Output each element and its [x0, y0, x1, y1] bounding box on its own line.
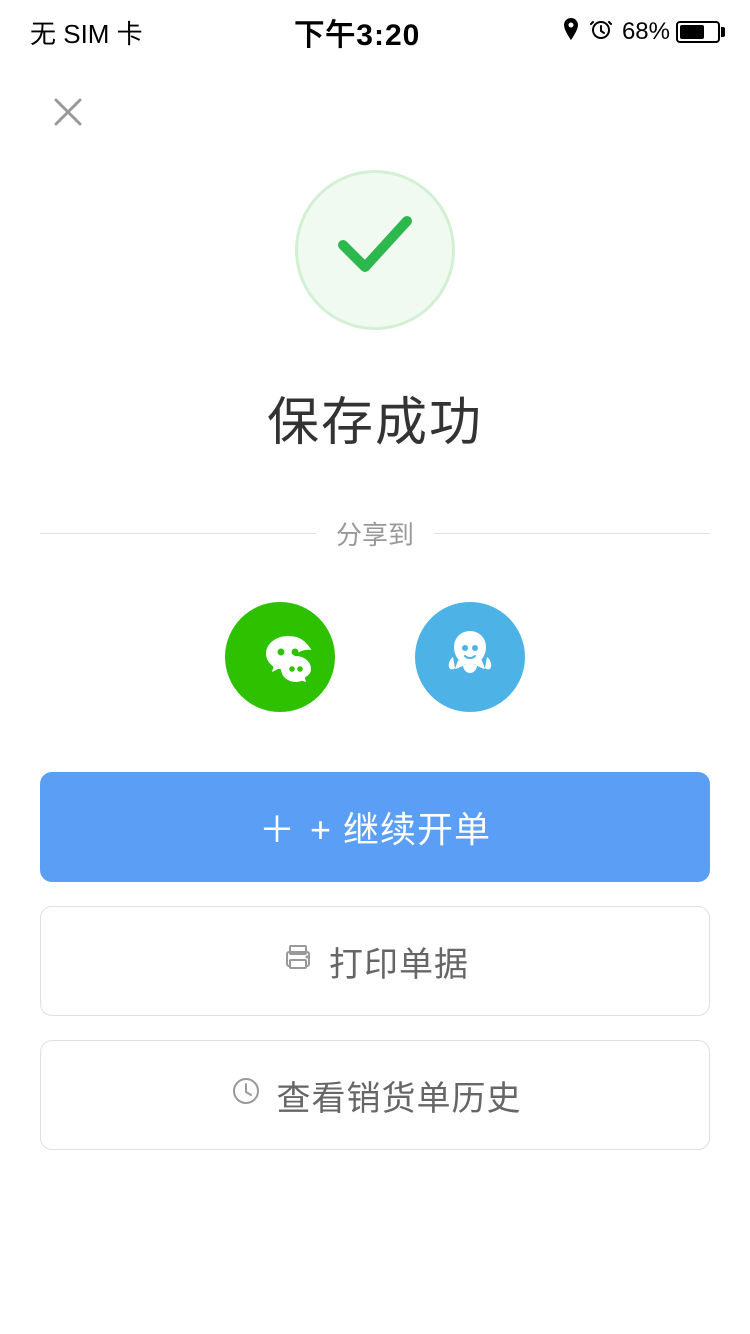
- share-section: 分享到: [40, 515, 710, 712]
- action-buttons: ＋ + 继续开单 打印单据 查看销货单历史: [40, 772, 710, 1150]
- wechat-share-button[interactable]: [225, 602, 335, 712]
- alarm-icon: [590, 18, 612, 47]
- status-bar: 无 SIM 卡 下午3:20 68%: [0, 0, 750, 64]
- share-label: 分享到: [336, 515, 414, 552]
- print-icon: [281, 940, 315, 983]
- print-label: 打印单据: [329, 937, 469, 986]
- main-content: 保存成功 分享到: [0, 64, 750, 1190]
- battery-icon: [676, 21, 720, 43]
- checkmark-icon: [335, 209, 415, 292]
- history-label: 查看销货单历史: [277, 1071, 522, 1120]
- plus-icon: ＋: [259, 801, 296, 853]
- history-icon: [229, 1074, 263, 1117]
- qq-share-button[interactable]: [415, 602, 525, 712]
- divider-right: [434, 533, 710, 534]
- status-time: 下午3:20: [294, 10, 420, 54]
- history-button[interactable]: 查看销货单历史: [40, 1040, 710, 1150]
- share-divider: 分享到: [40, 515, 710, 552]
- carrier-text: 无 SIM 卡: [30, 14, 143, 51]
- continue-order-label: + 继续开单: [310, 801, 491, 853]
- success-title: 保存成功: [267, 380, 483, 455]
- close-button[interactable]: [40, 84, 96, 140]
- battery-percentage: 68%: [622, 18, 670, 46]
- divider-left: [40, 533, 316, 534]
- share-icons-container: [40, 602, 710, 712]
- continue-order-button[interactable]: ＋ + 继续开单: [40, 772, 710, 882]
- location-icon: [562, 18, 580, 47]
- battery-indicator: 68%: [622, 18, 720, 46]
- print-button[interactable]: 打印单据: [40, 906, 710, 1016]
- status-left: 无 SIM 卡: [30, 14, 153, 51]
- success-icon-circle: [295, 170, 455, 330]
- status-right: 68%: [562, 18, 720, 47]
